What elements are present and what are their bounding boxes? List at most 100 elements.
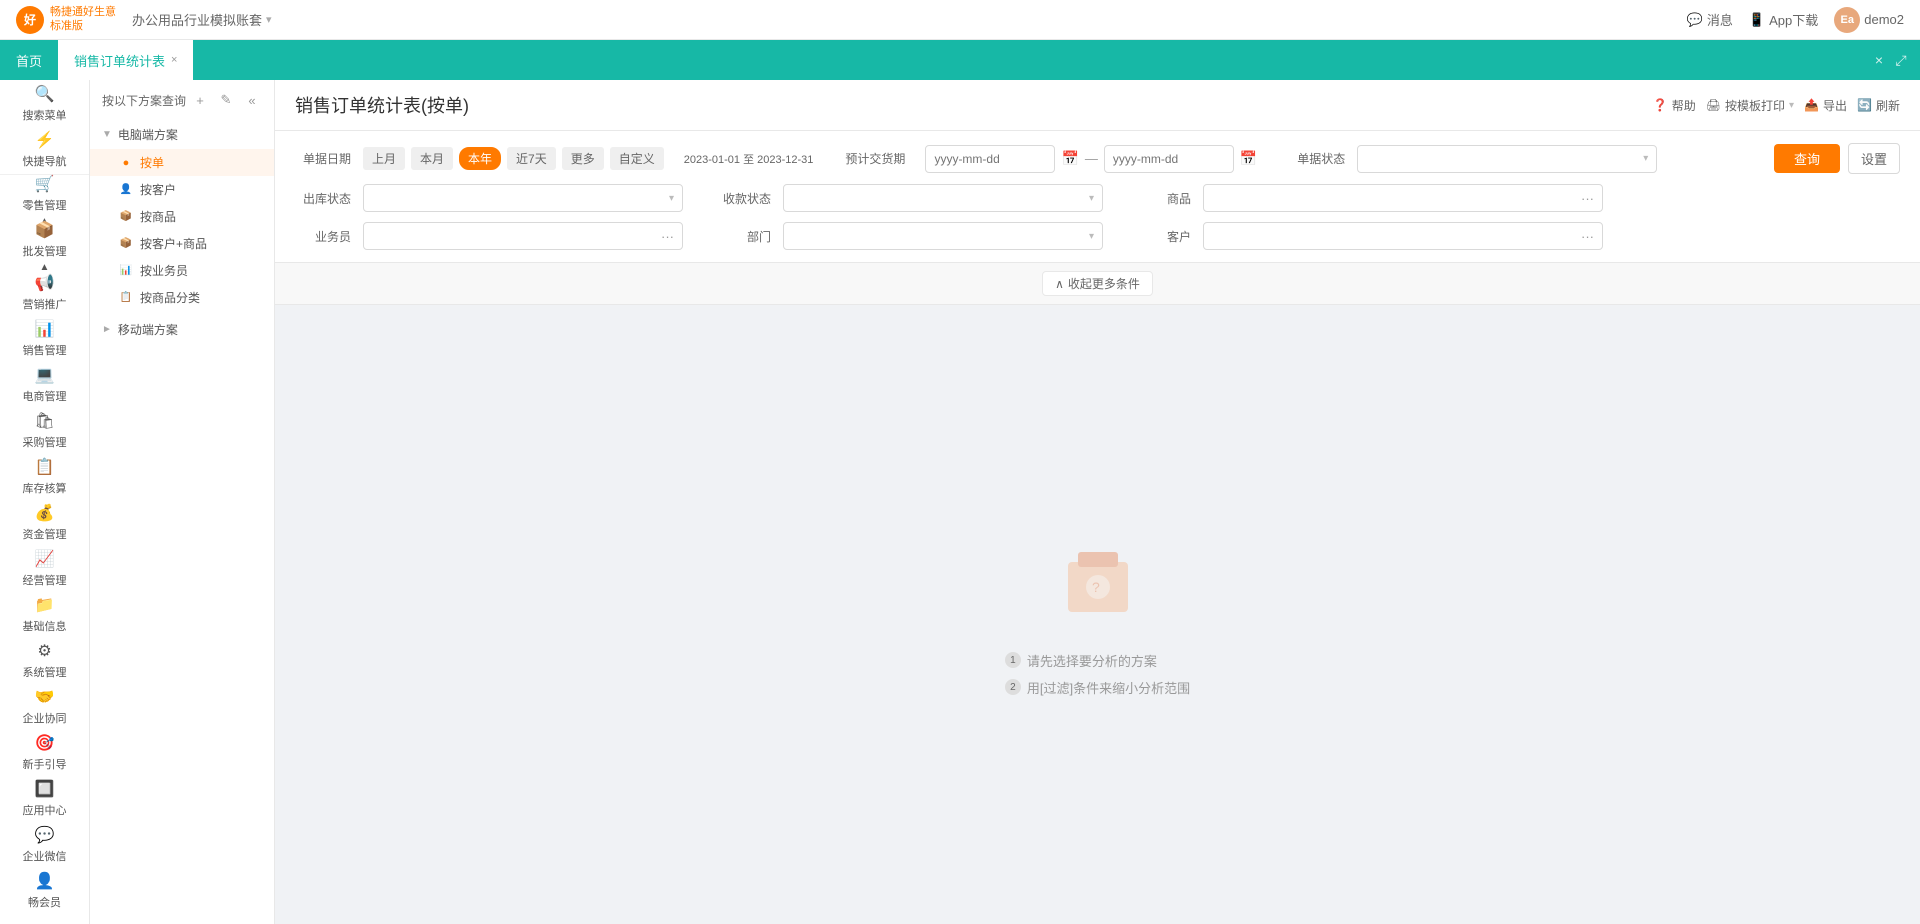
sidebar-item-system[interactable]: ⚙ 系统管理 <box>0 637 89 683</box>
date-btn-more[interactable]: 更多 <box>562 147 604 170</box>
tree-child-by-order[interactable]: ● 按单 <box>90 149 274 176</box>
sidebar-item-basic[interactable]: 📁 基础信息 <box>0 591 89 637</box>
empty-tip-1: 1 请先选择要分析的方案 <box>1005 651 1190 670</box>
expected-date-end[interactable] <box>1104 145 1234 173</box>
tree-parent-desktop[interactable]: ▼ 电脑端方案 <box>90 120 274 149</box>
date-btn-custom[interactable]: 自定义 <box>610 147 664 170</box>
sidebar-item-inventory[interactable]: 📋 库存核算 <box>0 453 89 499</box>
retail-icon: 🛒 <box>35 174 55 194</box>
tab-home[interactable]: 首页 <box>0 40 58 80</box>
print-btn[interactable]: 🖨 按模板打印 ▾ <box>1706 97 1794 114</box>
sidebar-item-enterprise[interactable]: 🤝 企业协同 <box>0 683 89 729</box>
tip-1-num: 1 <box>1005 652 1021 668</box>
date-btn-7days[interactable]: 近7天 <box>507 147 556 170</box>
sidebar-item-quick-nav[interactable]: ⚡ 快捷导航 <box>0 126 89 172</box>
tree-child-by-customer[interactable]: 👤 按客户 <box>90 176 274 203</box>
nav-tabs: 首页 销售订单统计表 × × ⤢ <box>0 40 1920 80</box>
export-btn[interactable]: 📤 导出 <box>1804 97 1847 114</box>
by-order-icon: ● <box>118 155 134 171</box>
sidebar-item-purchase[interactable]: 🛍 采购管理 <box>0 407 89 453</box>
user-area[interactable]: Ea demo2 <box>1834 7 1904 33</box>
goods-label: 商品 <box>1135 190 1191 207</box>
tab-close-btn[interactable]: × <box>171 54 177 66</box>
calendar-start-icon[interactable]: 📅 <box>1061 150 1078 167</box>
sidebar-item-wechat[interactable]: 💬 企业微信 <box>0 821 89 867</box>
sidebar-item-retail[interactable]: 🛒 零售管理 ▲ <box>0 177 89 223</box>
query-btn[interactable]: 查询 <box>1774 144 1840 173</box>
collapse-panel-btn[interactable]: « <box>242 90 262 110</box>
newguide-icon: 🎯 <box>35 733 55 753</box>
sales-icon: 📊 <box>35 319 55 339</box>
main-layout: 🔍 搜索菜单 ⚡ 快捷导航 🛒 零售管理 ▲ 📦 批发管理 ▲ 📢 营销推广 📊… <box>0 80 1920 924</box>
sidebar-item-member[interactable]: 👤 畅会员 <box>0 867 89 913</box>
goods-filter-group: ··· <box>1203 184 1900 212</box>
add-scheme-btn[interactable]: + <box>190 90 210 110</box>
collection-status-label: 收款状态 <box>715 190 771 207</box>
status-label: 单据状态 <box>1289 150 1345 167</box>
left-panel: 按以下方案查询 + ✎ « ▼ 电脑端方案 ● 按单 👤 按客户 <box>90 80 275 924</box>
refresh-icon: 🔄 <box>1857 98 1872 112</box>
reset-btn[interactable]: 设置 <box>1848 143 1900 174</box>
goods-ellipsis-btn[interactable]: ··· <box>1581 191 1594 206</box>
expected-date-start[interactable] <box>925 145 1055 173</box>
salesman-ellipsis-btn[interactable]: ··· <box>661 229 674 244</box>
app-download-btn[interactable]: 📱 App下载 <box>1749 10 1818 29</box>
filter-row-1: 单据日期 上月 本月 本年 近7天 更多 自定义 2023-01-01 至 20… <box>295 143 1900 174</box>
empty-area: ? 1 请先选择要分析的方案 2 用[过滤]条件来缩小分析范围 <box>275 305 1920 924</box>
avatar: Ea <box>1834 7 1860 33</box>
page-header: 销售订单统计表(按单) ❓ 帮助 🖨 按模板打印 ▾ 📤 导出 <box>275 80 1920 131</box>
tree-child-by-product[interactable]: 📦 按商品 <box>90 203 274 230</box>
salesman-input[interactable]: ··· <box>363 222 683 250</box>
calendar-end-icon[interactable]: 📅 <box>1240 150 1257 167</box>
desktop-expand-icon: ▼ <box>102 129 112 140</box>
logo-text: 畅捷通好生意 标准版 <box>50 6 116 32</box>
search-menu-icon: 🔍 <box>35 84 55 104</box>
status-select[interactable]: ▾ <box>1357 145 1657 173</box>
sidebar-item-wholesale[interactable]: 📦 批发管理 ▲ <box>0 223 89 269</box>
collapse-conditions-btn[interactable]: ∧ 收起更多条件 <box>1042 271 1153 296</box>
tab-sales-stat[interactable]: 销售订单统计表 × <box>58 40 193 80</box>
logo-area[interactable]: 好 畅捷通好生意 标准版 <box>16 6 116 34</box>
message-btn[interactable]: 💬 消息 <box>1687 10 1733 29</box>
sidebar-item-sales[interactable]: 📊 销售管理 <box>0 315 89 361</box>
system-icon: ⚙ <box>37 641 51 661</box>
sidebar-item-operation[interactable]: 📈 经营管理 <box>0 545 89 591</box>
date-btn-this-year[interactable]: 本年 <box>459 147 501 170</box>
sidebar-item-newguide[interactable]: 🎯 新手引导 <box>0 729 89 775</box>
svg-text:?: ? <box>1092 579 1100 595</box>
by-customer-icon: 👤 <box>118 182 134 198</box>
ship-status-select[interactable]: ▾ <box>363 184 683 212</box>
customer-filter-group: ··· <box>1203 222 1900 250</box>
wechat-icon: 💬 <box>35 825 55 845</box>
edit-scheme-btn[interactable]: ✎ <box>216 90 236 110</box>
customer-input[interactable]: ··· <box>1203 222 1603 250</box>
salesman-label: 业务员 <box>295 228 351 245</box>
customer-ellipsis-btn[interactable]: ··· <box>1581 229 1594 244</box>
expected-date-group: 📅 — 📅 <box>925 145 1257 173</box>
logo-icon: 好 <box>16 6 44 34</box>
status-caret-icon: ▾ <box>1643 153 1648 164</box>
tree-parent-mobile[interactable]: ► 移动端方案 <box>90 315 274 344</box>
goods-input[interactable]: ··· <box>1203 184 1603 212</box>
dept-select[interactable]: ▾ <box>783 222 1103 250</box>
filter-area: 单据日期 上月 本月 本年 近7天 更多 自定义 2023-01-01 至 20… <box>275 131 1920 263</box>
ship-status-label: 出库状态 <box>295 190 351 207</box>
help-btn[interactable]: ❓ 帮助 <box>1653 97 1696 114</box>
sidebar-item-search-menu[interactable]: 🔍 搜索菜单 <box>0 80 89 126</box>
date-btn-this-month[interactable]: 本月 <box>411 147 453 170</box>
sidebar-item-finance[interactable]: 💰 资金管理 <box>0 499 89 545</box>
tree-child-by-category[interactable]: 📋 按商品分类 <box>90 284 274 311</box>
inventory-icon: 📋 <box>35 457 55 477</box>
maximize-window-btn[interactable]: ⤢ <box>1894 53 1908 67</box>
sidebar-item-appstore[interactable]: 🔲 应用中心 <box>0 775 89 821</box>
date-filter-label: 单据日期 <box>295 150 351 167</box>
sidebar-item-marketing[interactable]: 📢 营销推广 <box>0 269 89 315</box>
app-title[interactable]: 办公用品行业模拟账套 ▾ <box>132 10 272 29</box>
date-btn-last-month[interactable]: 上月 <box>363 147 405 170</box>
collection-status-select[interactable]: ▾ <box>783 184 1103 212</box>
refresh-btn[interactable]: 🔄 刷新 <box>1857 97 1900 114</box>
tree-child-by-salesman[interactable]: 📊 按业务员 <box>90 257 274 284</box>
tree-child-by-cust-prod[interactable]: 📦 按客户+商品 <box>90 230 274 257</box>
sidebar-item-ecom[interactable]: 💻 电商管理 <box>0 361 89 407</box>
close-window-btn[interactable]: × <box>1872 53 1886 67</box>
